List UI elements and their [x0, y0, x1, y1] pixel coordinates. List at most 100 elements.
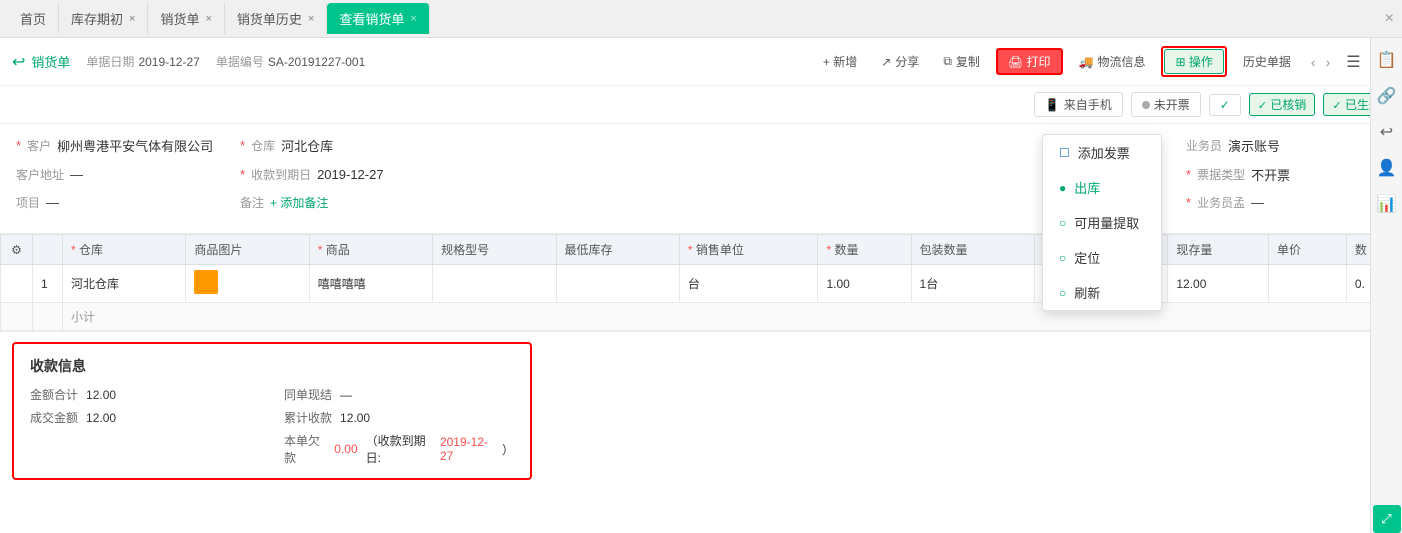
tab-inventory-init-close[interactable]: × — [129, 13, 135, 25]
print-button[interactable]: 🖨 打印 — [996, 48, 1063, 75]
not-opened-label: 未开票 — [1154, 96, 1190, 113]
history-label: 历史单据 — [1243, 53, 1291, 70]
col-min-stock: 最低库存 — [556, 235, 679, 265]
tab-sales-order-close[interactable]: × — [205, 13, 211, 25]
total-amount-item: 金额合计 12.00 — [30, 386, 260, 403]
operations-dropdown: ☐ 添加发票 ● 出库 ○ 可用量提取 ○ 定位 ○ 刷新 — [1042, 134, 1162, 311]
sidebar-icon-2[interactable]: 🔗 — [1373, 82, 1401, 110]
from-phone-button[interactable]: 📱 来自手机 — [1034, 92, 1123, 117]
tab-inventory-init[interactable]: 库存期初 × — [59, 3, 148, 34]
transaction-item: 成交金额 12.00 — [30, 409, 260, 426]
form-area: * 客户 柳州粤港平安气体有限公司 * 仓库 河北仓库 业务员 演示账号 客户地… — [0, 124, 1402, 234]
sidebar-icon-4[interactable]: 👤 — [1373, 154, 1401, 182]
salesperson-value: 演示账号 — [1228, 136, 1280, 155]
subtotal-row: 小计 — [1, 303, 1402, 331]
cell-product-img — [186, 265, 309, 303]
cumulative-item: 累计收款 12.00 — [284, 409, 514, 426]
new-button[interactable]: + 新增 — [815, 49, 865, 74]
tab-sales-history[interactable]: 销货单历史 × — [225, 3, 327, 34]
cumulative-value: 12.00 — [340, 411, 370, 425]
outbound-label: 出库 — [1074, 178, 1100, 197]
col-unit: * 销售单位 — [679, 235, 818, 265]
col-product-img: 商品图片 — [186, 235, 309, 265]
address-label: 客户地址 — [16, 166, 64, 183]
check-icon3: ✓ — [1332, 100, 1341, 112]
col-settings[interactable]: ⚙ — [1, 235, 33, 265]
form-row-2: 客户地址 — * 收款到期日 2019-12-27 * 票据类型 不开票 — [16, 165, 1386, 184]
doc-date-meta: 单据日期 2019-12-27 — [86, 53, 199, 70]
doc-title-text: 销货单 — [31, 52, 70, 71]
payment-title: 收款信息 — [30, 356, 514, 376]
refresh-item[interactable]: ○ 刷新 — [1043, 275, 1161, 310]
outstanding-item — [30, 432, 260, 466]
check-icon2: ✓ — [1258, 100, 1267, 112]
nav-arrows: ‹ › — [1307, 52, 1334, 72]
col-current-stock: 现存量 — [1168, 235, 1269, 265]
cell-qty: 1.00 — [818, 265, 911, 303]
voided-label: 已核销 — [1270, 98, 1306, 112]
sub-action-bar: 📱 来自手机 未开票 ✓ ✓ 已核销 ✓ 已生效 — [0, 86, 1402, 124]
list-view-icon[interactable]: ☰ — [1342, 50, 1364, 74]
cell-current-stock: 12.00 — [1168, 265, 1269, 303]
available-qty-label: 可用量提取 — [1074, 213, 1139, 232]
product-table: ⚙ * 仓库 商品图片 * 商品 规格型号 最低库存 * 销售单位 — [0, 234, 1402, 331]
cell-settings — [1, 265, 33, 303]
subtotal-label: 小计 — [63, 303, 1402, 331]
note-field: 备注 + 添加备注 — [240, 194, 440, 211]
copy-button[interactable]: ⧉ 复制 — [935, 49, 988, 74]
print-label: 打印 — [1026, 55, 1050, 69]
tab-check-sales[interactable]: 查看销货单 × — [327, 3, 429, 34]
add-invoice-item[interactable]: ☐ 添加发票 — [1043, 135, 1161, 170]
from-phone-label: 来自手机 — [1064, 96, 1112, 113]
tab-home[interactable]: 首页 — [8, 3, 59, 34]
expand-icon[interactable]: ⤢ — [1373, 505, 1401, 533]
date-value: 2019-12-27 — [138, 55, 199, 69]
cumulative-label: 累计收款 — [284, 409, 332, 426]
voided-badge[interactable]: ✓ 已核销 — [1249, 93, 1316, 116]
product-table-container: ⚙ * 仓库 商品图片 * 商品 规格型号 最低库存 * 销售单位 — [0, 234, 1402, 332]
sidebar-icon-5[interactable]: 📊 — [1373, 190, 1401, 218]
sidebar-icon-1[interactable]: 📋 — [1373, 46, 1401, 74]
settlement-item: 同单现结 — — [284, 386, 514, 403]
agent-field: * 业务员孟 — — [1186, 194, 1386, 211]
locate-item[interactable]: ○ 定位 — [1043, 240, 1161, 275]
doc-icon: ↩ — [12, 52, 25, 72]
cell-product: 嘻嘻嘻嘻 — [309, 265, 432, 303]
available-qty-icon: ○ — [1059, 216, 1066, 230]
outbound-item[interactable]: ● 出库 — [1043, 170, 1161, 205]
logistics-icon: 🚚 — [1079, 55, 1094, 69]
col-qty: * 数量 — [818, 235, 911, 265]
next-arrow[interactable]: › — [1322, 52, 1335, 72]
logistics-button[interactable]: 🚚 物流信息 — [1071, 49, 1154, 74]
address-field: 客户地址 — — [16, 166, 216, 183]
not-opened-button[interactable]: 未开票 — [1131, 92, 1201, 117]
tab-check-sales-close[interactable]: × — [410, 13, 416, 25]
copy-label: 复制 — [956, 53, 980, 70]
doc-title: ↩ 销货单 — [12, 52, 70, 72]
share-button[interactable]: ↗ 分享 — [873, 49, 927, 74]
operations-button[interactable]: ⊞ 操作 — [1164, 49, 1223, 74]
col-pack-qty: 包装数量 — [911, 235, 1034, 265]
subtotal-settings — [1, 303, 33, 331]
tab-sales-order[interactable]: 销货单 × — [148, 3, 224, 34]
col-unit-price: 单价 — [1268, 235, 1346, 265]
add-note-button[interactable]: + 添加备注 — [270, 194, 328, 211]
ticket-type-field: * 票据类型 不开票 — [1186, 165, 1386, 184]
cell-rownum: 1 — [33, 265, 63, 303]
col-product: * 商品 — [309, 235, 432, 265]
total-label: 金额合计 — [30, 386, 78, 403]
tab-sales-history-close[interactable]: × — [308, 13, 314, 25]
sidebar-icon-3[interactable]: ↩ — [1376, 118, 1397, 146]
check-button[interactable]: ✓ — [1209, 94, 1241, 116]
refresh-label: 刷新 — [1074, 283, 1100, 302]
tab-home-label: 首页 — [20, 9, 46, 28]
project-value: — — [46, 195, 59, 210]
close-button[interactable]: × — [1385, 10, 1394, 28]
warehouse-value: 河北仓库 — [281, 136, 333, 155]
warehouse-field: * 仓库 河北仓库 — [240, 136, 440, 155]
history-button[interactable]: 历史单据 — [1235, 49, 1299, 74]
available-qty-item[interactable]: ○ 可用量提取 — [1043, 205, 1161, 240]
col-warehouse: * 仓库 — [63, 235, 186, 265]
prev-arrow[interactable]: ‹ — [1307, 52, 1320, 72]
settings-icon[interactable]: ⚙ — [11, 243, 22, 257]
